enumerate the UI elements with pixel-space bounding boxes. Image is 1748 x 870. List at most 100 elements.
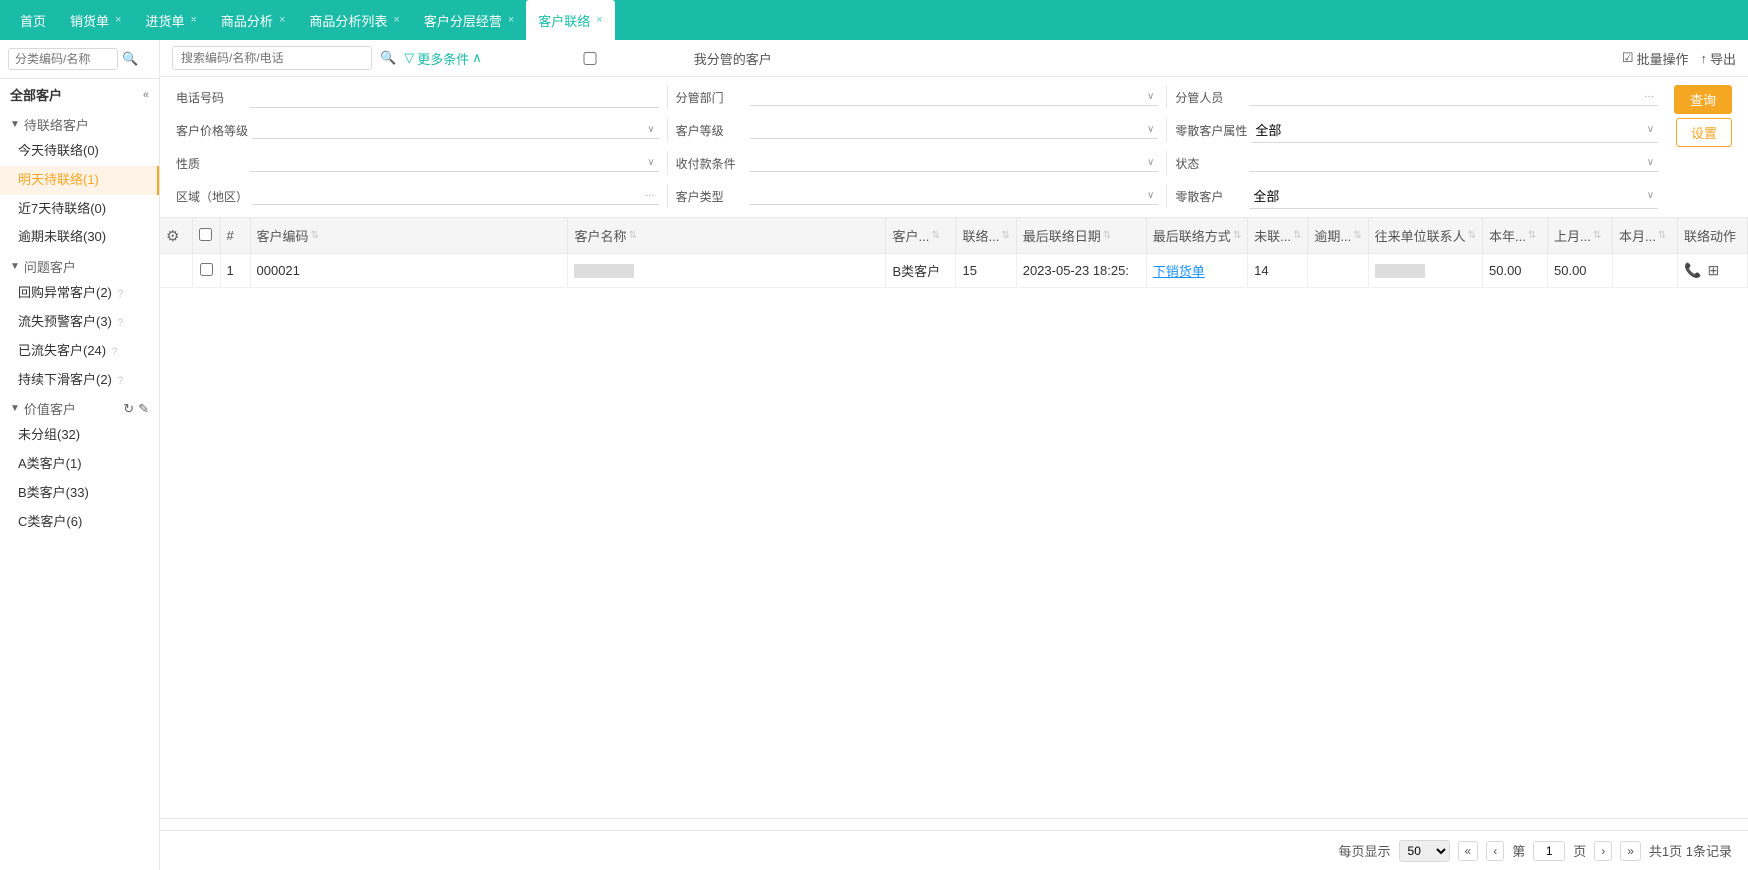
right-actions: ☑ 批量操作 ↑ 导出 [1622, 49, 1736, 68]
nav-sales[interactable]: 销货单 × [58, 0, 133, 40]
grid-icon[interactable]: ⊞ [1707, 262, 1719, 279]
sidebar-group-value[interactable]: ▼ 价值客户 ↻ ✎ [0, 394, 159, 421]
row-checkbox[interactable] [200, 263, 213, 276]
chevron-down-icon: ∨ [1147, 124, 1154, 135]
sidebar-item-b-class[interactable]: B类客户(33) [0, 479, 159, 508]
next-page-btn[interactable]: › [1594, 841, 1612, 861]
cell-last-month: 50.00 [1548, 254, 1613, 288]
filter-customer-type-select[interactable]: ∨ [750, 187, 1159, 205]
col-this-month[interactable]: 本月... ⇅ [1613, 218, 1678, 254]
sidebar-item-unclassified[interactable]: 未分组(32) [0, 421, 159, 450]
refresh-icon[interactable]: ↻ [123, 401, 134, 417]
sidebar-item-lost-potential[interactable]: 流失预警客户(3) ? [0, 308, 159, 337]
filter-row-3: 性质 ∨ 收付款条件 ∨ [176, 151, 1658, 175]
col-unit-contact[interactable]: 往来单位联系人 ⇅ [1368, 218, 1482, 254]
first-page-btn[interactable]: « [1458, 841, 1479, 861]
sidebar-item-7days[interactable]: 近7天待联络(0) [0, 195, 159, 224]
filter-customer-tier: 客户等级 ∨ [676, 121, 1159, 139]
sidebar-item-lost[interactable]: 已流失客户(24) ? [0, 337, 159, 366]
sidebar-item-c-class[interactable]: C类客户(6) [0, 508, 159, 537]
bulk-action-btn[interactable]: ☑ 批量操作 [1622, 49, 1689, 68]
my-customers-checkbox[interactable] [490, 52, 690, 65]
filter-scatter-customer-select[interactable]: 全部 ∨ [1249, 183, 1658, 209]
nav-home[interactable]: 首页 [8, 0, 58, 40]
filter-status-select[interactable]: ∨ [1249, 154, 1658, 172]
settings-icon[interactable]: ⚙ [166, 228, 179, 245]
sort-icon: ⇅ [1353, 230, 1361, 241]
export-btn[interactable]: ↑ 导出 [1700, 49, 1736, 68]
col-action: 联络动作 [1678, 218, 1748, 254]
query-button[interactable]: 查询 [1674, 85, 1732, 114]
sidebar-item-repurchase-anomaly[interactable]: 回购异常客户(2) ? [0, 279, 159, 308]
sidebar-search-input[interactable] [8, 48, 118, 70]
close-icon[interactable]: × [279, 14, 285, 26]
prev-page-btn[interactable]: ‹ [1486, 841, 1504, 861]
close-icon[interactable]: × [393, 14, 399, 26]
horizontal-scrollbar[interactable] [160, 818, 1748, 830]
help-icon: ? [117, 317, 123, 329]
cell-name [568, 254, 886, 288]
col-customer-type[interactable]: 客户... ⇅ [886, 218, 956, 254]
sidebar-item-today[interactable]: 今天待联络(0) [0, 137, 159, 166]
cell-checkbox [192, 254, 220, 288]
sidebar-group-pending[interactable]: ▼ 待联络客户 [0, 110, 159, 137]
nav-customer-contact[interactable]: 客户联络 × [526, 0, 614, 40]
nav-goods-analysis[interactable]: 商品分析 × [209, 0, 297, 40]
my-customers-checkbox-label[interactable]: 我分管的客户 [490, 49, 772, 68]
all-customers-header[interactable]: 全部客户 « [0, 79, 159, 110]
sort-icon: ⇅ [1293, 230, 1301, 241]
col-overdue[interactable]: 逾期... ⇅ [1308, 218, 1368, 254]
cell-num: 1 [220, 254, 250, 288]
col-last-contact-date[interactable]: 最后联络日期 ⇅ [1016, 218, 1146, 254]
col-last-contact-method[interactable]: 最后联络方式 ⇅ [1146, 218, 1247, 254]
sidebar-group-problem[interactable]: ▼ 问题客户 [0, 252, 159, 279]
close-icon[interactable]: × [596, 14, 602, 26]
filter-payment-select[interactable]: ∨ [750, 154, 1159, 172]
filter-customer-tier-select[interactable]: ∨ [750, 121, 1159, 139]
filter-region-select[interactable]: ··· [252, 187, 659, 205]
search-icon[interactable]: 🔍 [380, 50, 396, 66]
filter-dept-select[interactable]: ∨ [750, 88, 1159, 106]
sidebar-item-tomorrow[interactable]: 明天待联络(1) [0, 166, 159, 195]
nav-purchase[interactable]: 进货单 × [133, 0, 208, 40]
sidebar-item-continuous-down[interactable]: 持续下滑客户(2) ? [0, 366, 159, 395]
col-checkbox [192, 218, 220, 254]
filter-person: 分管人员 ··· [1175, 88, 1658, 106]
col-this-year[interactable]: 本年... ⇅ [1483, 218, 1548, 254]
filter-row-1: 电话号码 分管部门 ∨ 分管人员 [176, 85, 1658, 109]
col-contact-count[interactable]: 联络... ⇅ [956, 218, 1016, 254]
close-icon[interactable]: × [508, 14, 514, 26]
chevron-down-icon: ∨ [647, 124, 654, 135]
filter-nature-select[interactable]: ∨ [250, 154, 659, 172]
phone-icon[interactable]: 📞 [1684, 262, 1701, 279]
filter-bar: 🔍 ▽ 更多条件 ∧ 我分管的客户 ☑ 批量操作 ↑ 导出 [160, 40, 1748, 77]
filter-phone-input[interactable] [250, 87, 659, 108]
col-uncontacted[interactable]: 未联... ⇅ [1248, 218, 1308, 254]
last-contact-method-link[interactable]: 下销货单 [1153, 264, 1205, 279]
set-button[interactable]: 设置 [1676, 118, 1732, 147]
col-name[interactable]: 客户名称 ⇅ [568, 218, 886, 254]
select-all-checkbox[interactable] [199, 228, 212, 241]
page-number-input[interactable] [1533, 841, 1565, 861]
sidebar-item-a-class[interactable]: A类客户(1) [0, 450, 159, 479]
page-size-select[interactable]: 50 10 20 100 [1399, 840, 1450, 862]
nav-customer-tier[interactable]: 客户分层经营 × [412, 0, 526, 40]
sort-icon: ⇅ [1658, 230, 1666, 241]
col-code[interactable]: 客户编码 ⇅ [250, 218, 568, 254]
close-icon[interactable]: × [190, 14, 196, 26]
table-container: ⚙ # 客户编码 ⇅ [160, 218, 1748, 818]
more-conditions-btn[interactable]: ▽ 更多条件 ∧ [404, 49, 482, 68]
filter-person-select[interactable]: ··· [1249, 88, 1658, 106]
nav-goods-analysis-list[interactable]: 商品分析列表 × [297, 0, 411, 40]
edit-icon[interactable]: ✎ [138, 401, 149, 417]
chevron-left-icon: « [143, 89, 149, 101]
filter-price-tier-select[interactable]: ∨ [252, 121, 659, 139]
close-icon[interactable]: × [115, 14, 121, 26]
sidebar-item-overdue[interactable]: 逾期未联络(30) [0, 223, 159, 252]
action-icons: 📞 ⊞ [1684, 262, 1741, 279]
search-input[interactable] [172, 46, 372, 70]
last-page-btn[interactable]: » [1620, 841, 1641, 861]
col-last-month[interactable]: 上月... ⇅ [1548, 218, 1613, 254]
filter-scatter-attr-select[interactable]: 全部 ∨ [1251, 117, 1658, 143]
search-icon[interactable]: 🔍 [122, 51, 138, 67]
